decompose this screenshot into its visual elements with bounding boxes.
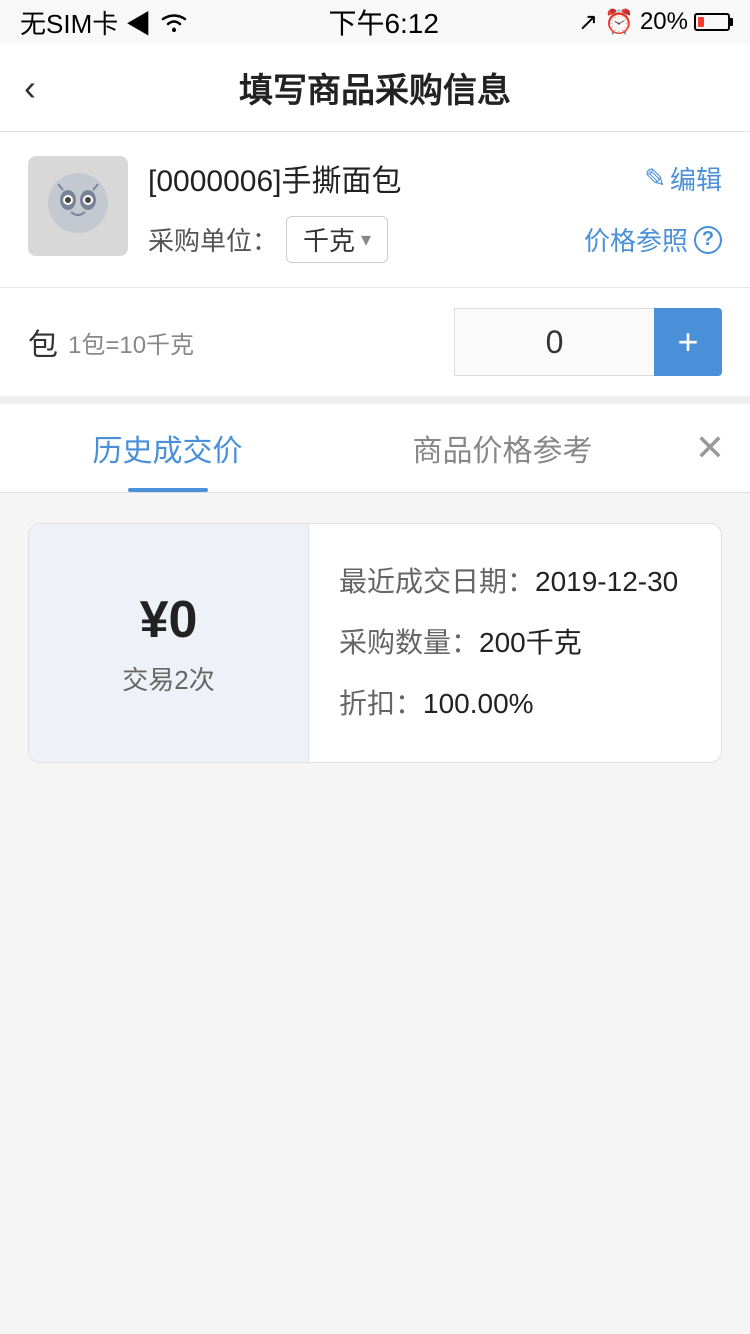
purchase-qty-value: 200千克 bbox=[479, 627, 582, 658]
tab-price-reference[interactable]: 商品价格参考 bbox=[335, 404, 670, 492]
quantity-row: 包 1包=10千克 0 + bbox=[0, 288, 750, 404]
price-right-panel: 最近成交日期：2019-12-30 采购数量：200千克 折扣：100.00% bbox=[309, 524, 721, 762]
location-icon: ↗ bbox=[578, 8, 598, 37]
purchase-qty-row: 采购数量：200千克 bbox=[339, 621, 691, 666]
edit-icon: ✎ bbox=[644, 163, 666, 194]
discount-label: 折扣： bbox=[339, 688, 423, 719]
edit-button[interactable]: ✎ 编辑 bbox=[644, 160, 722, 197]
product-thumbnail bbox=[28, 156, 128, 256]
dropdown-arrow-icon: ▾ bbox=[361, 227, 371, 252]
battery-icon bbox=[694, 13, 730, 31]
unit-select-dropdown[interactable]: 千克 ▾ bbox=[286, 216, 388, 263]
price-amount: ¥0 bbox=[140, 590, 198, 650]
tab-close-button[interactable]: ✕ bbox=[670, 404, 750, 492]
product-info: [0000006]手撕面包 ✎ 编辑 采购单位： 千克 ▾ 价格参照 ? bbox=[148, 156, 722, 263]
battery-pct: 20% bbox=[640, 8, 688, 36]
quantity-unit-label: 包 bbox=[28, 320, 58, 364]
discount-row: 折扣：100.00% bbox=[339, 682, 691, 727]
recent-date-row: 最近成交日期：2019-12-30 bbox=[339, 560, 691, 605]
tab-history-price[interactable]: 历史成交价 bbox=[0, 404, 335, 492]
price-ref-info-icon: ? bbox=[694, 226, 722, 254]
quantity-label: 包 1包=10千克 bbox=[28, 320, 194, 364]
quantity-conversion: 1包=10千克 bbox=[68, 325, 194, 360]
status-right: ↗ ⏰ 20% bbox=[578, 8, 730, 37]
price-section: ¥0 交易2次 最近成交日期：2019-12-30 采购数量：200千克 折扣：… bbox=[0, 493, 750, 793]
price-value: 0 bbox=[169, 591, 198, 649]
product-name: [0000006]手撕面包 bbox=[148, 156, 401, 200]
page-title: 填写商品采购信息 bbox=[239, 63, 511, 112]
purchase-qty-label: 采购数量： bbox=[339, 627, 479, 658]
price-trade-count: 交易2次 bbox=[122, 660, 214, 697]
quantity-controls: 0 + bbox=[454, 308, 722, 376]
nav-bar: ‹ 填写商品采购信息 bbox=[0, 44, 750, 132]
product-card: [0000006]手撕面包 ✎ 编辑 采购单位： 千克 ▾ 价格参照 ? bbox=[0, 132, 750, 288]
quantity-plus-button[interactable]: + bbox=[654, 308, 722, 376]
price-left-panel: ¥0 交易2次 bbox=[29, 524, 309, 762]
back-button[interactable]: ‹ bbox=[24, 67, 36, 109]
status-left: 无SIM卡 ◀ bbox=[20, 4, 189, 41]
product-logo bbox=[43, 168, 113, 245]
wifi-icon bbox=[159, 11, 189, 33]
currency-symbol: ¥ bbox=[140, 591, 169, 649]
tab-bar: 历史成交价 商品价格参考 ✕ bbox=[0, 404, 750, 493]
price-ref-button[interactable]: 价格参照 ? bbox=[584, 221, 722, 258]
quantity-input[interactable]: 0 bbox=[454, 308, 654, 376]
status-bar: 无SIM卡 ◀ 下午6:12 ↗ ⏰ 20% bbox=[0, 0, 750, 44]
alarm-icon: ⏰ bbox=[604, 8, 634, 37]
carrier-label: 无SIM卡 ◀ bbox=[20, 4, 151, 41]
discount-value: 100.00% bbox=[423, 688, 534, 719]
recent-date-value: 2019-12-30 bbox=[535, 566, 678, 597]
product-header: [0000006]手撕面包 ✎ 编辑 bbox=[148, 156, 722, 200]
unit-label: 采购单位： 千克 ▾ bbox=[148, 216, 388, 263]
recent-date-label: 最近成交日期： bbox=[339, 566, 535, 597]
price-card: ¥0 交易2次 最近成交日期：2019-12-30 采购数量：200千克 折扣：… bbox=[28, 523, 722, 763]
status-time: 下午6:12 bbox=[328, 2, 439, 42]
product-unit-row: 采购单位： 千克 ▾ 价格参照 ? bbox=[148, 216, 722, 263]
